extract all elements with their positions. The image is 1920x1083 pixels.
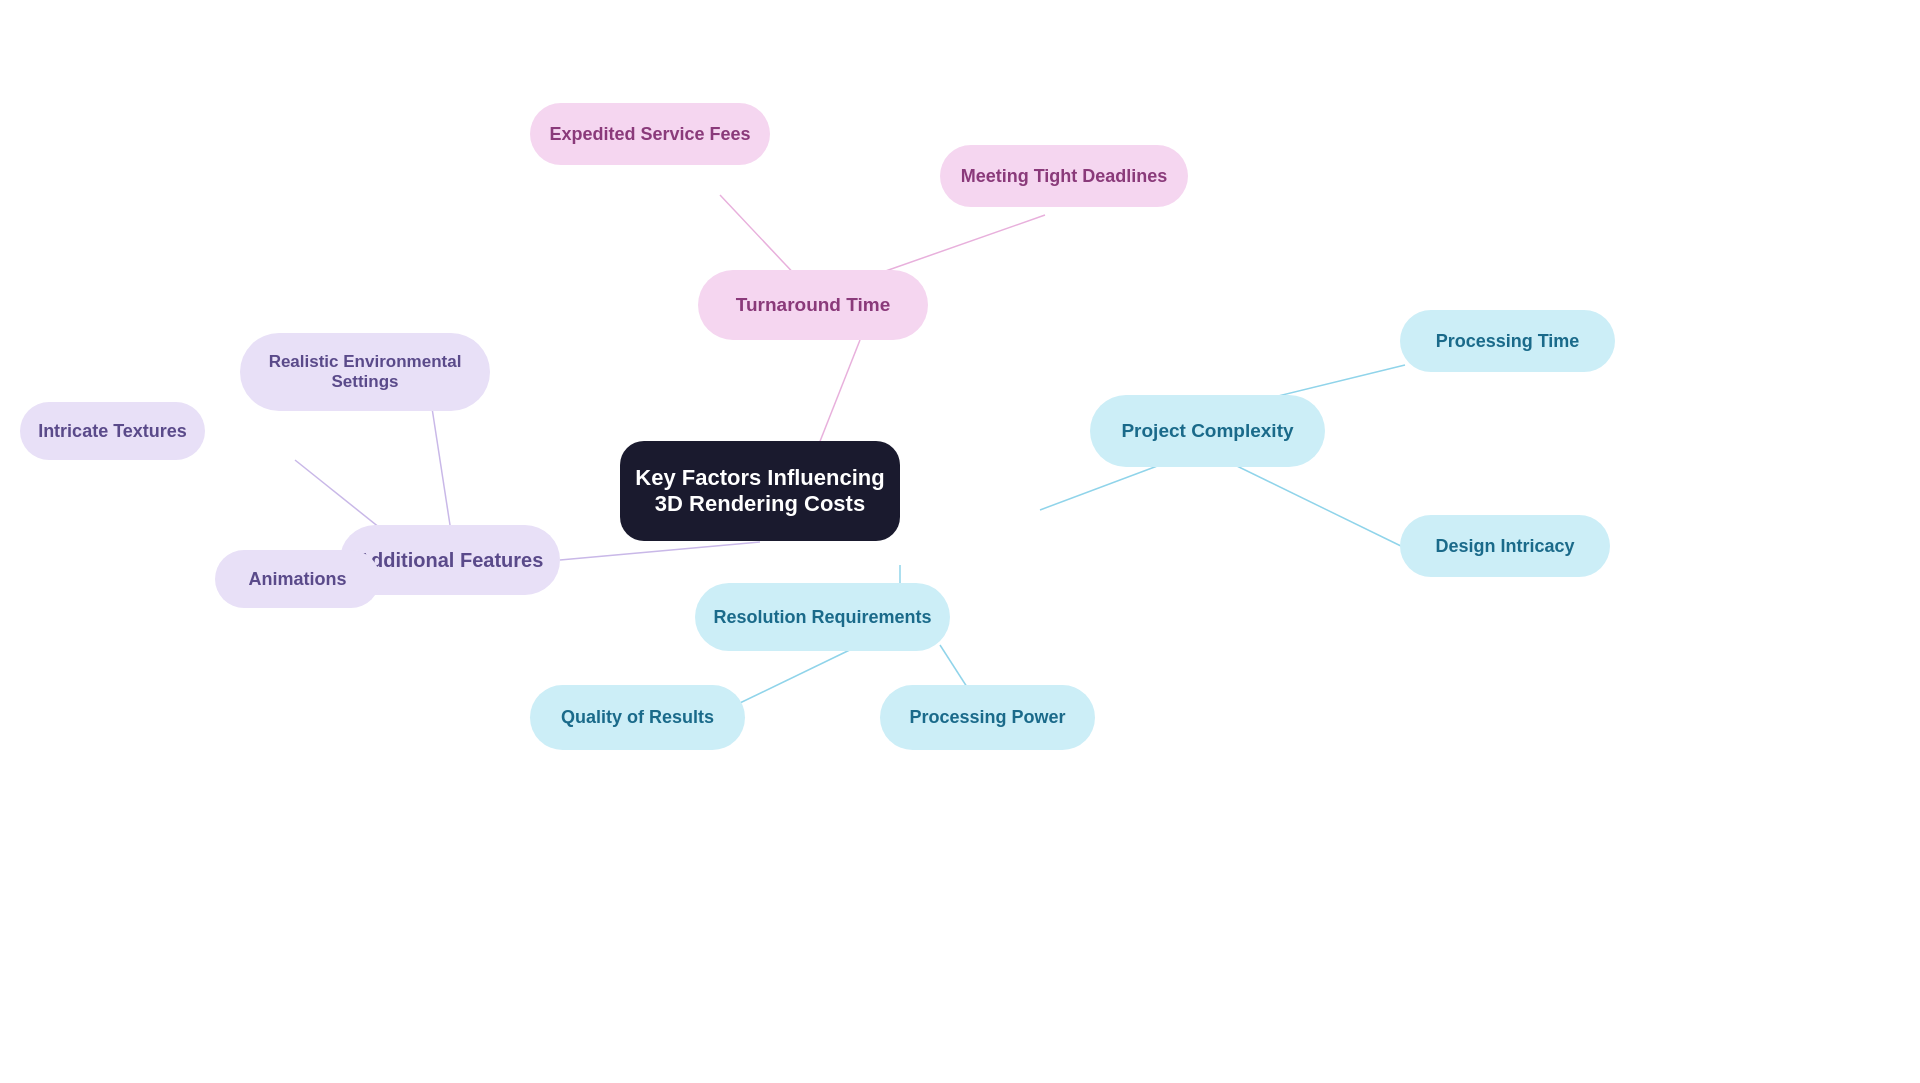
design-intricacy-node: Design Intricacy [1400,515,1610,577]
expedited-fees-node: Expedited Service Fees [530,103,770,165]
processing-time-node: Processing Time [1400,310,1615,372]
svg-line-4 [430,395,450,525]
animations-node: Animations [215,550,380,608]
project-complexity-node: Project Complexity [1090,395,1325,467]
processing-power-node: Processing Power [880,685,1095,750]
turnaround-time-node: Turnaround Time [698,270,928,340]
center-node: Key Factors Influencing 3D Rendering Cos… [620,441,900,541]
meeting-deadlines-node: Meeting Tight Deadlines [940,145,1188,207]
quality-results-node: Quality of Results [530,685,745,750]
svg-line-0 [560,542,760,560]
resolution-req-node: Resolution Requirements [695,583,950,651]
intricate-textures-node: Intricate Textures [20,402,205,460]
realistic-env-node: Realistic Environmental Settings [240,333,490,411]
svg-line-7 [720,195,800,280]
